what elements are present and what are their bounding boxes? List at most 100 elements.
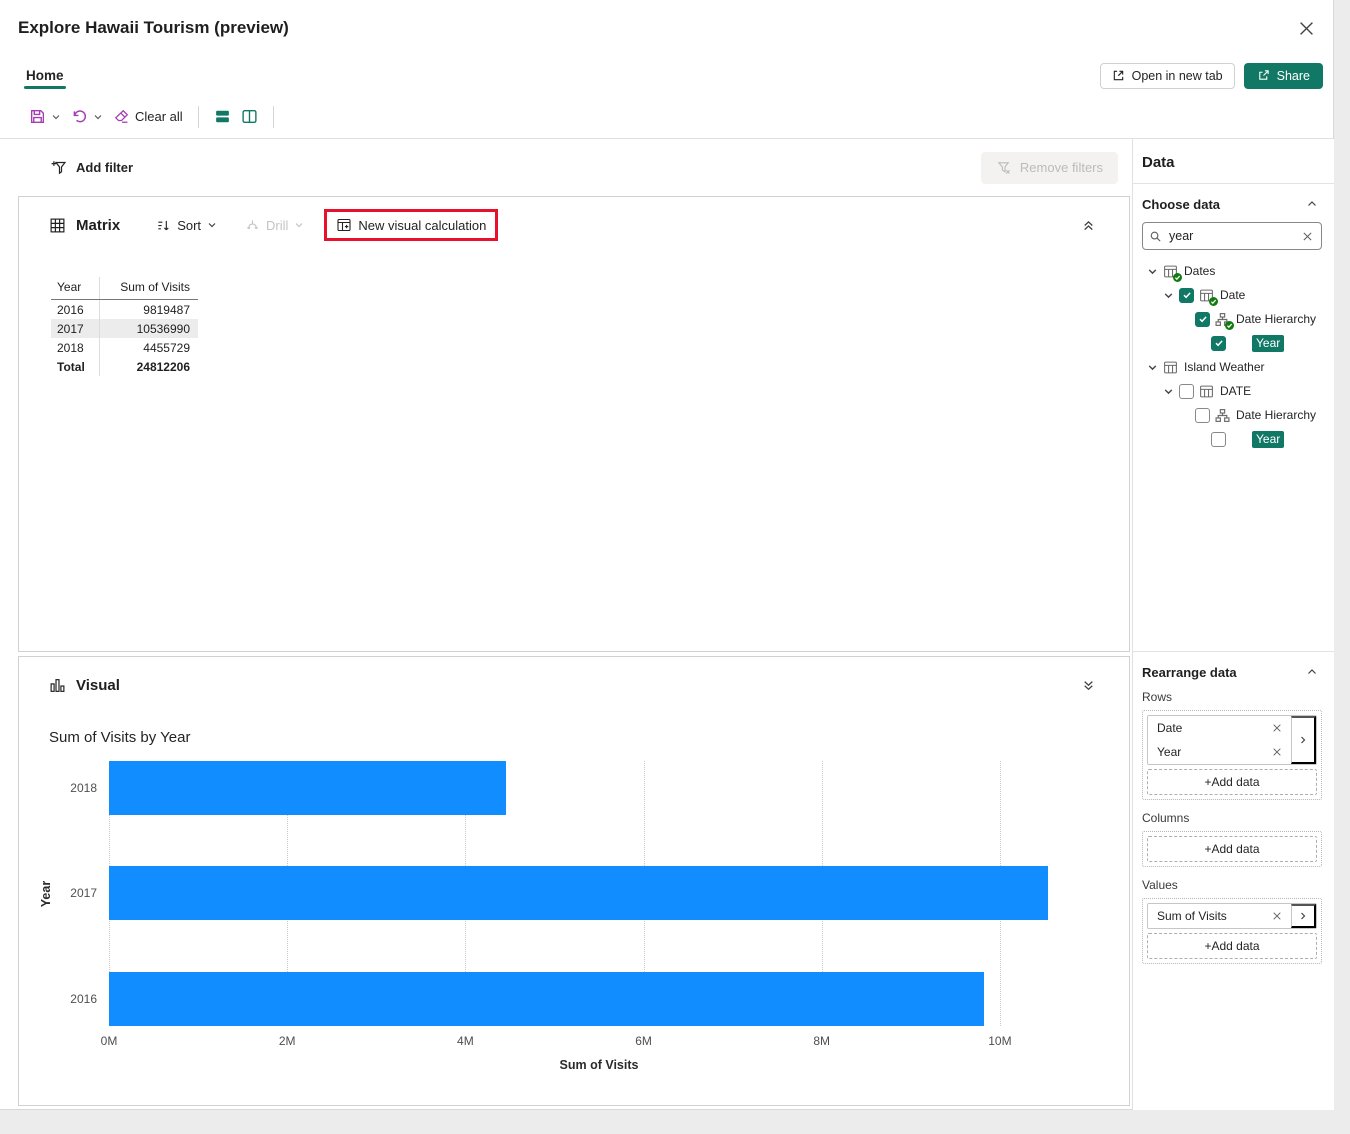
tree-item-label: Date Hierarchy <box>1236 408 1317 422</box>
chevron-down-icon[interactable] <box>1147 266 1158 277</box>
field-pill-year[interactable]: Year <box>1148 740 1291 764</box>
add-filter-button[interactable]: Add filter <box>50 159 133 176</box>
x-tick-label: 4M <box>457 1034 474 1048</box>
checkbox-unchecked[interactable] <box>1179 383 1194 399</box>
x-tick-label: 6M <box>635 1034 652 1048</box>
double-chevron-down-icon <box>1082 679 1095 692</box>
tree-item-label: DATE <box>1220 384 1252 398</box>
y-tick-label: 2017 <box>70 886 97 900</box>
checkbox-checked[interactable] <box>1195 311 1210 327</box>
tree-item-year[interactable]: Year <box>1142 331 1322 355</box>
y-tick-label: 2016 <box>70 992 97 1006</box>
tab-bar: Home Open in new tab Share <box>0 56 1333 95</box>
y-axis-title: Year <box>39 880 54 907</box>
tree-item-date[interactable]: Date <box>1142 283 1322 307</box>
remove-filters-button[interactable]: Remove filters <box>980 151 1118 184</box>
split-view-button[interactable] <box>236 103 263 130</box>
columns-drop-zone[interactable]: +Add data <box>1142 831 1322 867</box>
tree-item-label: Date Hierarchy <box>1236 312 1317 326</box>
collapse-rearrange-button[interactable] <box>1304 664 1320 680</box>
open-in-new-tab-button[interactable]: Open in new tab <box>1099 62 1235 89</box>
tab-actions: Open in new tab Share <box>1099 62 1323 89</box>
checkbox-unchecked[interactable] <box>1195 407 1210 423</box>
matrix-row-2018[interactable]: 2018 4455729 <box>51 338 198 357</box>
matrix-cell-year: 2018 <box>57 340 84 355</box>
close-icon <box>1299 21 1314 36</box>
remove-field-icon[interactable] <box>1270 745 1284 759</box>
split-view-icon <box>241 108 258 125</box>
checkbox-checked[interactable] <box>1179 287 1194 303</box>
drill-button[interactable]: Drill <box>241 214 308 237</box>
clear-all-button[interactable]: Clear all <box>108 103 188 130</box>
checkbox-unchecked[interactable] <box>1211 431 1226 447</box>
values-add-data-button[interactable]: +Add data <box>1147 933 1317 959</box>
page-title: Explore Hawaii Tourism (preview) <box>18 18 289 37</box>
tree-item-island-weather[interactable]: Island Weather <box>1142 355 1322 379</box>
chevron-down-icon[interactable] <box>1163 290 1174 301</box>
tree-item-date-caps[interactable]: DATE <box>1142 379 1322 403</box>
expand-rows-well-button[interactable] <box>1291 716 1316 764</box>
tree-item-date-hierarchy-2[interactable]: Date Hierarchy <box>1142 403 1322 427</box>
bar-2018[interactable] <box>109 761 506 815</box>
matrix-col-visits[interactable]: Sum of Visits <box>99 277 198 300</box>
collapse-choose-data-button[interactable] <box>1304 196 1320 212</box>
selected-check-badge-icon <box>1173 272 1182 282</box>
matrix-row-2016[interactable]: 2016 9819487 <box>51 299 198 319</box>
matrix-header-row: Year Sum of Visits <box>51 277 198 300</box>
chevron-down-icon[interactable] <box>1147 362 1158 373</box>
remove-field-icon[interactable] <box>1270 909 1284 923</box>
collapse-visual-button[interactable] <box>1078 675 1099 696</box>
drill-label: Drill <box>266 217 289 233</box>
tree-item-date-hierarchy[interactable]: Date Hierarchy <box>1142 307 1322 331</box>
choose-data-header: Choose data <box>1142 184 1322 222</box>
toolbar: Clear all <box>0 95 1333 139</box>
undo-button[interactable] <box>66 103 108 130</box>
bar-row-2017: 2017 <box>70 866 1089 920</box>
tab-home[interactable]: Home <box>24 60 66 91</box>
chart-title: Sum of Visits by Year <box>49 729 191 746</box>
hierarchy-icon <box>1215 408 1231 423</box>
matrix-row-2017[interactable]: 2017 10536990 <box>51 319 198 338</box>
matrix-cell-total-label: Total <box>57 359 85 374</box>
rows-drop-zone[interactable]: Date Year +Add data <box>1142 710 1322 800</box>
matrix-table: Year Sum of Visits 2016 9819487 2017 105… <box>51 277 198 376</box>
drill-chevron-icon <box>294 220 304 230</box>
close-button[interactable] <box>1289 11 1323 45</box>
remove-field-icon[interactable] <box>1270 721 1284 735</box>
new-visual-calculation-icon <box>336 217 352 233</box>
rows-field-well: Date Year <box>1147 715 1317 765</box>
values-drop-zone[interactable]: Sum of Visits +Add data <box>1142 898 1322 964</box>
expand-values-well-button[interactable] <box>1291 904 1316 928</box>
field-pill-sum-of-visits[interactable]: Sum of Visits <box>1148 904 1291 928</box>
search-input[interactable] <box>1167 228 1295 244</box>
tree-item-dates[interactable]: Dates <box>1142 259 1322 283</box>
checkbox-checked[interactable] <box>1211 335 1226 351</box>
matrix-col-year[interactable]: Year <box>51 277 100 300</box>
chevron-right-icon <box>1298 735 1308 745</box>
x-axis: 0M 2M 4M 6M 8M 10M <box>101 1034 1089 1050</box>
columns-add-data-button[interactable]: +Add data <box>1147 836 1317 862</box>
matrix-cell-year: 2016 <box>57 302 84 317</box>
save-button[interactable] <box>24 103 66 130</box>
tree-item-year-2[interactable]: Year <box>1142 427 1322 451</box>
clear-search-button[interactable] <box>1300 229 1315 244</box>
sort-button[interactable]: Sort <box>152 214 221 237</box>
new-visual-calculation-button[interactable]: New visual calculation <box>336 217 486 233</box>
search-icon <box>1149 230 1162 243</box>
tree-item-label: Dates <box>1184 264 1216 278</box>
field-pill-date[interactable]: Date <box>1148 716 1291 740</box>
chevron-down-icon[interactable] <box>1163 386 1174 397</box>
matrix-panel: Matrix Sort Drill New visual calculation… <box>18 196 1130 652</box>
bar-2016[interactable] <box>109 972 984 1026</box>
matrix-cell-year: 2017 <box>57 321 84 336</box>
matrix-row-total[interactable]: Total 24812206 <box>51 357 198 376</box>
rows-add-data-button[interactable]: +Add data <box>1147 769 1317 795</box>
visual-title-label: Visual <box>76 676 120 694</box>
stacked-view-button[interactable] <box>209 103 236 130</box>
bar-2017[interactable] <box>109 866 1048 920</box>
share-button[interactable]: Share <box>1243 62 1323 89</box>
open-in-new-tab-label: Open in new tab <box>1131 68 1223 83</box>
x-axis-title: Sum of Visits <box>559 1058 639 1072</box>
collapse-matrix-button[interactable] <box>1078 215 1099 236</box>
bar-row-2018: 2018 <box>70 761 1089 815</box>
